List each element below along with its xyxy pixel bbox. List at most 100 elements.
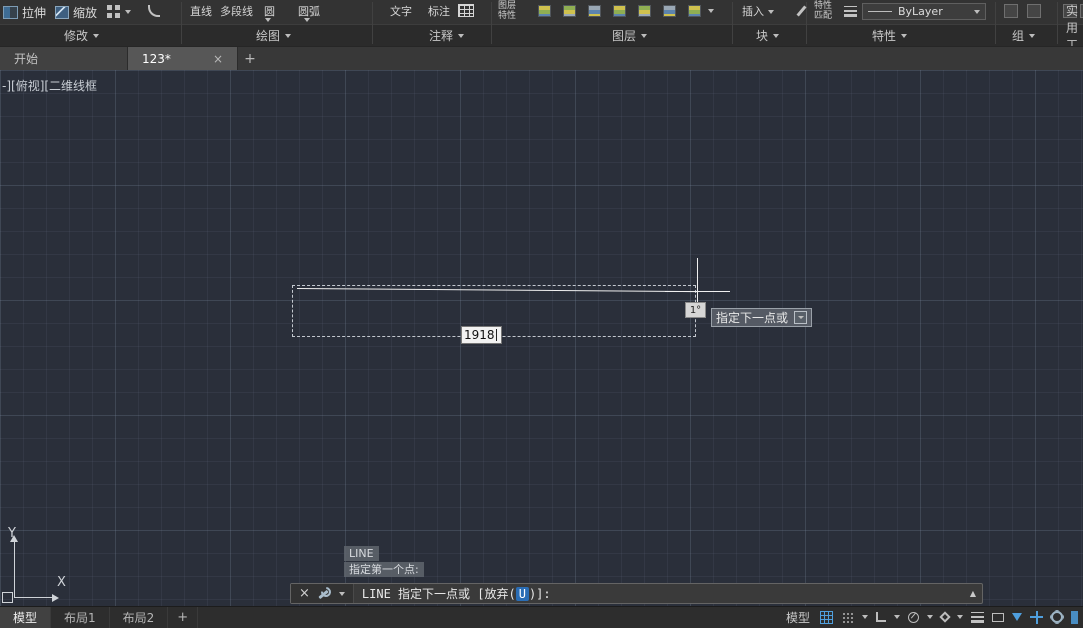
panel-divider	[995, 2, 996, 44]
object-snap-icon[interactable]	[939, 611, 950, 622]
panel-draw[interactable]: 绘图	[256, 28, 291, 43]
osnap-dropdown-icon[interactable]	[957, 615, 963, 619]
annotation-scale-icon[interactable]	[1012, 613, 1022, 621]
lineweight-toggle-icon[interactable]	[971, 612, 984, 623]
match-properties-icon[interactable]	[796, 5, 806, 16]
polar-dropdown-icon[interactable]	[927, 615, 933, 619]
match-properties-button[interactable]: 特性 匹配	[814, 1, 832, 21]
ortho-dropdown-icon[interactable]	[894, 615, 900, 619]
fillet-icon[interactable]	[148, 5, 160, 17]
clipped-status-icon[interactable]	[1071, 611, 1078, 624]
layer-lock-icon[interactable]	[613, 5, 626, 17]
object-color-dropdown[interactable]: ByLayer	[862, 3, 986, 20]
polar-tracking-icon[interactable]	[908, 612, 919, 623]
panel-block[interactable]: 块	[756, 28, 779, 43]
angle-readout: 1°	[685, 302, 706, 318]
ortho-mode-icon[interactable]	[876, 612, 886, 622]
arc-tool-label[interactable]: 圆弧	[298, 5, 320, 18]
panel-divider	[806, 2, 807, 44]
crosshair-horizontal	[665, 291, 730, 292]
chevron-down-icon	[1029, 34, 1035, 38]
tab-start[interactable]: 开始	[0, 47, 128, 70]
chevron-down-icon	[773, 34, 779, 38]
panel-divider	[181, 2, 182, 44]
layer-state-icon[interactable]	[538, 5, 551, 17]
snap-dropdown-icon[interactable]	[862, 615, 868, 619]
circle-dropdown-icon[interactable]	[265, 18, 271, 22]
option-key-undo[interactable]: U	[516, 587, 529, 601]
insert-block-label[interactable]: 插入	[742, 5, 764, 18]
drawing-canvas[interactable]	[0, 70, 1083, 606]
text-tool-label[interactable]: 文字	[390, 5, 412, 18]
dynamic-input-field[interactable]: 1918	[461, 326, 502, 344]
dimension-tool-label[interactable]: 标注	[428, 5, 450, 18]
snap-mode-icon[interactable]	[841, 611, 854, 624]
history-prompt-badge: 指定第一个点:	[344, 562, 424, 577]
command-prompt[interactable]: LINE 指定下一点或 [放弃(U)]:	[362, 585, 551, 602]
chevron-down-icon	[285, 34, 291, 38]
layer-walk-icon[interactable]	[688, 5, 701, 17]
lineweight-list-icon[interactable]	[844, 6, 857, 17]
layer-properties-button[interactable]: 图层 特性	[498, 1, 516, 21]
panel-properties[interactable]: 特性	[872, 28, 907, 43]
chevron-down-icon	[974, 10, 980, 14]
grid-display-icon[interactable]	[820, 611, 833, 624]
viewport-controls[interactable]: -][俯视][二维线框	[2, 77, 97, 94]
text-caret	[496, 329, 497, 341]
model-tab[interactable]: 模型	[0, 607, 51, 628]
layer-off-icon[interactable]	[638, 5, 651, 17]
layer-dropdown-icon[interactable]	[708, 9, 714, 13]
tab-drawing-123[interactable]: 123* ×	[128, 47, 238, 70]
polyline-tool-label[interactable]: 多段线	[220, 5, 253, 18]
layer-match-icon[interactable]	[663, 5, 676, 17]
array-dropdown-icon[interactable]	[125, 10, 131, 14]
panel-divider	[372, 2, 373, 44]
stretch-button[interactable]: 拉伸	[3, 3, 46, 21]
chevron-down-icon	[641, 34, 647, 38]
status-toggles: 模型	[786, 606, 1081, 628]
command-line[interactable]: × LINE 指定下一点或 [放弃(U)]: ▲	[290, 583, 983, 604]
table-icon[interactable]	[458, 4, 474, 17]
layer-freeze-icon[interactable]	[588, 5, 601, 17]
close-tab-icon[interactable]: ×	[213, 52, 223, 66]
layout2-tab[interactable]: 布局2	[110, 607, 169, 628]
close-icon[interactable]: ×	[299, 587, 310, 600]
line-tool-label[interactable]: 直线	[190, 5, 212, 18]
ungroup-icon[interactable]	[1027, 4, 1041, 18]
layout1-tab[interactable]: 布局1	[51, 607, 110, 628]
arc-dropdown-icon[interactable]	[304, 18, 310, 22]
insert-dropdown-icon[interactable]	[768, 10, 774, 14]
panel-divider	[1057, 2, 1058, 44]
new-drawing-button[interactable]: +	[238, 47, 262, 70]
panel-utilities[interactable]: 实用工具	[1066, 28, 1083, 43]
object-color-value: ByLayer	[898, 5, 943, 18]
autocad-window: 拉伸 缩放 直线 多段线 圆 圆弧 文字 标注 图层 特性	[0, 0, 1083, 628]
annotation-visibility-icon[interactable]	[1030, 611, 1043, 624]
command-line-controls: ×	[291, 584, 354, 603]
ucs-x-label: X	[57, 575, 66, 590]
array-icon[interactable]	[107, 5, 120, 18]
stretch-label: 拉伸	[22, 4, 46, 21]
panel-divider	[491, 2, 492, 44]
panel-layers[interactable]: 图层	[612, 28, 647, 43]
group-icon[interactable]	[1004, 4, 1018, 18]
chevron-down-icon	[901, 34, 907, 38]
recent-commands-icon[interactable]	[339, 592, 345, 596]
cursor-prompt-tooltip: 指定下一点或	[711, 308, 812, 327]
model-space-toggle[interactable]: 模型	[786, 609, 810, 626]
workspace-gear-icon[interactable]	[1051, 611, 1063, 623]
history-command-badge: LINE	[344, 546, 379, 561]
panel-modify[interactable]: 修改	[64, 28, 99, 43]
panel-annotate[interactable]: 注释	[429, 28, 464, 43]
scale-button[interactable]: 缩放	[55, 3, 97, 21]
selection-cycling-icon[interactable]	[992, 613, 1004, 622]
ucs-x-arrow-icon	[52, 594, 59, 602]
panel-group[interactable]: 组	[1012, 28, 1035, 43]
layer-isolate-icon[interactable]	[563, 5, 576, 17]
circle-tool-label[interactable]: 圆	[264, 5, 275, 18]
ucs-y-axis	[14, 542, 15, 598]
expand-history-icon[interactable]: ▲	[970, 589, 982, 598]
new-layout-button[interactable]: +	[168, 607, 198, 628]
options-arrow-icon[interactable]	[794, 311, 807, 324]
wrench-icon[interactable]	[318, 587, 331, 600]
